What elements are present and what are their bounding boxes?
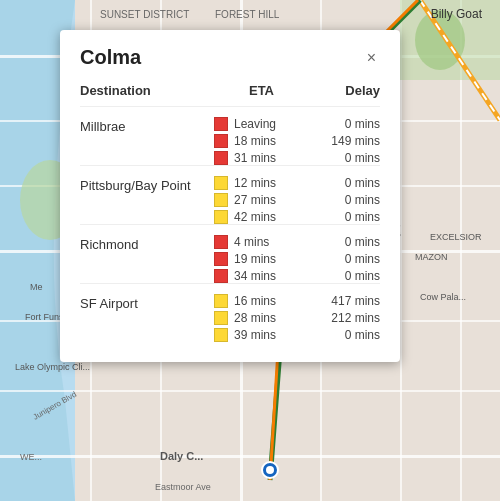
delay-value: 0 mins [345,269,380,283]
yellow-indicator [214,294,228,308]
destination-name: Richmond [80,235,139,252]
svg-point-17 [415,10,465,70]
train-row: Leaving [214,117,299,131]
svg-text:FOREST HILL: FOREST HILL [215,9,280,20]
svg-text:SUNSET DISTRICT: SUNSET DISTRICT [100,9,189,20]
eta-value: 18 mins [234,134,299,148]
table-row: Millbrae Leaving 18 mins 31 mins 0 mins 149 m… [80,107,380,166]
train-row: 19 mins [214,252,299,266]
destination-name: Millbrae [80,117,126,134]
train-row: 16 mins [214,294,299,308]
delay-value: 0 mins [345,235,380,249]
svg-text:Eastmoor Ave: Eastmoor Ave [155,482,211,492]
yellow-indicator [214,311,228,325]
eta-value: 12 mins [234,176,299,190]
close-button[interactable]: × [363,48,380,68]
eta-value: 19 mins [234,252,299,266]
train-row: 12 mins [214,176,299,190]
svg-text:EXCELSIOR: EXCELSIOR [430,232,482,242]
train-row: 4 mins [214,235,299,249]
train-row: 31 mins [214,151,299,165]
station-card: Colma × Destination ETA Delay Millbrae Le… [60,30,400,362]
col-eta-header: ETA [194,83,299,107]
delay-value: 0 mins [345,117,380,131]
svg-text:Me: Me [30,282,43,292]
train-row: 42 mins [214,210,299,224]
red-indicator [214,252,228,266]
delay-value: 0 mins [345,193,380,207]
yellow-indicator [214,210,228,224]
eta-value: Leaving [234,117,299,131]
table-row: Pittsburg/Bay Point 12 mins 27 mins 42 mins… [80,166,380,224]
card-header: Colma × [80,46,380,69]
col-delay-header: Delay [299,83,380,107]
train-row: 39 mins [214,328,299,342]
train-row: 34 mins [214,269,299,283]
delay-value: 0 mins [345,252,380,266]
svg-point-31 [266,466,274,474]
delay-value: 0 mins [345,210,380,224]
delay-value: 0 mins [345,176,380,190]
table-row: Richmond 4 mins 19 mins 34 mins 0 mins 0 mins… [80,225,380,283]
delay-value: 417 mins [331,294,380,308]
svg-rect-8 [0,455,500,458]
delay-value: 0 mins [345,151,380,165]
train-row: 18 mins [214,134,299,148]
eta-value: 27 mins [234,193,299,207]
eta-value: 16 mins [234,294,299,308]
eta-value: 34 mins [234,269,299,283]
yellow-indicator [214,176,228,190]
red-indicator [214,151,228,165]
eta-value: 39 mins [234,328,299,342]
svg-rect-7 [0,390,500,392]
delay-value: 149 mins [331,134,380,148]
eta-value: 31 mins [234,151,299,165]
red-indicator [214,269,228,283]
yellow-indicator [214,193,228,207]
eta-value: 42 mins [234,210,299,224]
svg-text:Cow Pala...: Cow Pala... [420,292,466,302]
svg-text:Lake Olympic Cli...: Lake Olympic Cli... [15,362,90,372]
delay-value: 212 mins [331,311,380,325]
eta-value: 4 mins [234,235,299,249]
red-indicator [214,117,228,131]
table-header-row: Destination ETA Delay [80,83,380,107]
red-indicator [214,235,228,249]
destination-name: Pittsburg/Bay Point [80,176,191,193]
red-indicator [214,134,228,148]
destination-name: SF Airport [80,294,138,311]
svg-text:WE...: WE... [20,452,42,462]
train-row: 27 mins [214,193,299,207]
eta-value: 28 mins [234,311,299,325]
delay-value: 0 mins [345,328,380,342]
svg-text:Daly C...: Daly C... [160,450,203,462]
svg-text:MAZON: MAZON [415,252,448,262]
card-title: Colma [80,46,141,69]
table-row: SF Airport 16 mins 28 mins 39 mins 417 mins 2… [80,284,380,342]
departures-table: Destination ETA Delay Millbrae Leaving 18 … [80,83,380,342]
col-destination-header: Destination [80,83,194,107]
yellow-indicator [214,328,228,342]
train-row: 28 mins [214,311,299,325]
